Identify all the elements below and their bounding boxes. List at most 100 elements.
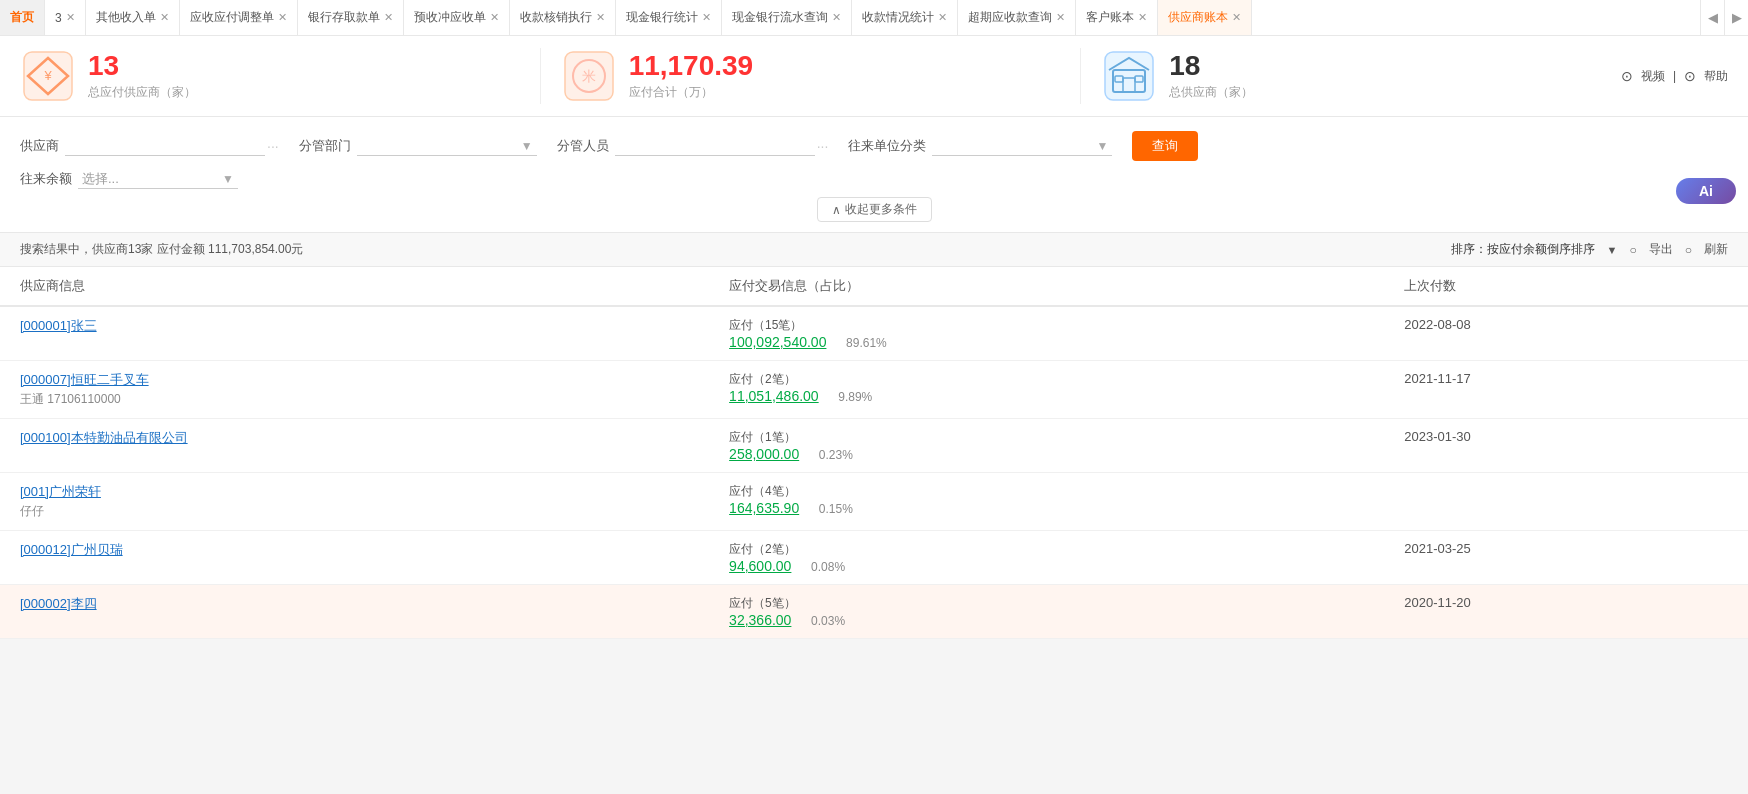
balance-label: 往来余额 [20, 170, 72, 188]
dept-select-wrap: ▼ [357, 136, 537, 156]
last-pay-cell [1384, 473, 1748, 531]
supplier-sub: 王通 17106110000 [20, 391, 689, 408]
customer-ledger-close[interactable]: ✕ [1138, 11, 1147, 24]
supplier-link[interactable]: [001]广州荣轩 [20, 484, 101, 499]
video-link[interactable]: 视频 [1641, 68, 1665, 85]
cash-bank-stats-close[interactable]: ✕ [702, 11, 711, 24]
amount-link[interactable]: 258,000.00 [729, 446, 799, 462]
dept-label: 分管部门 [299, 137, 351, 155]
overdue-ar-label: 超期应收款查询 [968, 9, 1052, 26]
supplier-cell: [000001]张三 [0, 306, 709, 361]
nav-tab-ar-ap-adjust[interactable]: 应收应付调整单 ✕ [180, 0, 298, 35]
export-link[interactable]: 导出 [1649, 241, 1673, 258]
balance-select[interactable]: 选择... [78, 169, 238, 189]
supplier-link[interactable]: [000001]张三 [20, 318, 97, 333]
nav-tab-prepay-charge[interactable]: 预收冲应收单 ✕ [404, 0, 510, 35]
nav-tab-bank-deposit[interactable]: 银行存取款单 ✕ [298, 0, 404, 35]
receipt-stats-label: 收款情况统计 [862, 9, 934, 26]
person-dots-icon[interactable]: ··· [817, 138, 829, 154]
supplier-input[interactable] [65, 136, 265, 156]
supplier-ledger-close[interactable]: ✕ [1232, 11, 1241, 24]
nav-arrows: ◀ ▶ [1700, 0, 1748, 36]
tab-3-close[interactable]: ✕ [66, 11, 75, 24]
supplier-filter: 供应商 ··· [20, 136, 279, 156]
supplier-dots-icon[interactable]: ··· [267, 138, 279, 154]
amount-link[interactable]: 32,366.00 [729, 612, 791, 628]
payable-amount-icon: 米 [561, 48, 617, 104]
ar-ap-adjust-close[interactable]: ✕ [278, 11, 287, 24]
transaction-cell: 应付（15笔） 100,092,540.00 89.61% [709, 306, 1384, 361]
person-label: 分管人员 [557, 137, 609, 155]
supplier-cell: [000002]李四 [0, 585, 709, 639]
percentage: 0.23% [803, 448, 853, 462]
other-income-close[interactable]: ✕ [160, 11, 169, 24]
nav-arrow-left[interactable]: ◀ [1700, 0, 1724, 36]
amount-link[interactable]: 94,600.00 [729, 558, 791, 574]
data-table-wrapper: 供应商信息 应付交易信息（占比） 上次付数 [000001]张三 应付（15笔）… [0, 267, 1748, 639]
percentage: 0.03% [795, 614, 845, 628]
table-body: [000001]张三 应付（15笔） 100,092,540.00 89.61%… [0, 306, 1748, 639]
refresh-link[interactable]: 刷新 [1704, 241, 1728, 258]
nav-tab-3[interactable]: 3 ✕ [45, 0, 86, 35]
sort-label[interactable]: 排序：按应付余额倒序排序 [1451, 241, 1595, 258]
top-navigation: 首页 3 ✕ 其他收入单 ✕ 应收应付调整单 ✕ 银行存取款单 ✕ 预收冲应收单… [0, 0, 1748, 36]
help-link[interactable]: 帮助 [1704, 68, 1728, 85]
table-row: [000001]张三 应付（15笔） 100,092,540.00 89.61%… [0, 306, 1748, 361]
stat-total-text: 18 总供应商（家） [1169, 52, 1253, 101]
dept-select[interactable] [357, 136, 537, 156]
person-input[interactable] [615, 136, 815, 156]
supplier-cell: [000012]广州贝瑞 [0, 531, 709, 585]
other-income-label: 其他收入单 [96, 9, 156, 26]
tx-label: 应付（15笔） [729, 317, 1364, 334]
table-row: [001]广州荣轩 仔仔 应付（4笔） 164,635.90 0.15% [0, 473, 1748, 531]
stat-total-payable-amount: 米 11,170.39 应付合计（万） [540, 48, 1081, 104]
nav-tab-cash-bank-flow[interactable]: 现金银行流水查询 ✕ [722, 0, 852, 35]
help-icon: ⊙ [1684, 68, 1696, 84]
amount-link[interactable]: 164,635.90 [729, 500, 799, 516]
search-button[interactable]: 查询 [1132, 131, 1198, 161]
supplier-label: 供应商 [20, 137, 59, 155]
supplier-link[interactable]: [000007]恒旺二手叉车 [20, 372, 149, 387]
nav-tab-other-income[interactable]: 其他收入单 ✕ [86, 0, 180, 35]
category-filter: 往来单位分类 ▼ [848, 136, 1112, 156]
nav-tab-cash-bank-stats[interactable]: 现金银行统计 ✕ [616, 0, 722, 35]
transaction-cell: 应付（5笔） 32,366.00 0.03% [709, 585, 1384, 639]
col-header-transaction: 应付交易信息（占比） [709, 267, 1384, 306]
nav-arrow-right[interactable]: ▶ [1724, 0, 1748, 36]
supplier-link[interactable]: [000002]李四 [20, 596, 97, 611]
last-pay-date: 2022-08-08 [1404, 317, 1471, 332]
category-select-wrap: ▼ [932, 136, 1112, 156]
nav-tab-home[interactable]: 首页 [0, 0, 45, 35]
results-summary: 搜索结果中，供应商13家 应付金额 111,703,854.00元 [20, 241, 1451, 258]
category-select[interactable] [932, 136, 1112, 156]
prepay-charge-close[interactable]: ✕ [490, 11, 499, 24]
cash-bank-flow-close[interactable]: ✕ [832, 11, 841, 24]
nav-tab-overdue-ar[interactable]: 超期应收款查询 ✕ [958, 0, 1076, 35]
table-row: [000007]恒旺二手叉车 王通 17106110000 应付（2笔） 11,… [0, 361, 1748, 419]
cash-bank-flow-label: 现金银行流水查询 [732, 9, 828, 26]
receipt-stats-close[interactable]: ✕ [938, 11, 947, 24]
overdue-ar-close[interactable]: ✕ [1056, 11, 1065, 24]
supplier-link[interactable]: [000100]本特勤油品有限公司 [20, 430, 188, 445]
tab-3-label: 3 [55, 11, 62, 25]
nav-tab-supplier-ledger[interactable]: 供应商账本 ✕ [1158, 0, 1252, 35]
receipt-verify-close[interactable]: ✕ [596, 11, 605, 24]
bank-deposit-close[interactable]: ✕ [384, 11, 393, 24]
home-label: 首页 [10, 9, 34, 26]
stat-total-number: 18 [1169, 52, 1253, 80]
nav-tab-receipt-stats[interactable]: 收款情况统计 ✕ [852, 0, 958, 35]
results-bar: 搜索结果中，供应商13家 应付金额 111,703,854.00元 排序：按应付… [0, 233, 1748, 267]
amount-link[interactable]: 11,051,486.00 [729, 388, 819, 404]
supplier-link[interactable]: [000012]广州贝瑞 [20, 542, 123, 557]
table-row: [000012]广州贝瑞 应付（2笔） 94,600.00 0.08% 2021… [0, 531, 1748, 585]
nav-tab-receipt-verify[interactable]: 收款核销执行 ✕ [510, 0, 616, 35]
supplier-cell: [000007]恒旺二手叉车 王通 17106110000 [0, 361, 709, 419]
nav-tab-customer-ledger[interactable]: 客户账本 ✕ [1076, 0, 1158, 35]
filter-row-1: 供应商 ··· 分管部门 ▼ 分管人员 ··· 往来单位分类 [20, 131, 1728, 161]
ai-badge[interactable]: Ai [1676, 178, 1736, 204]
amount-link[interactable]: 100,092,540.00 [729, 334, 826, 350]
collapse-button[interactable]: ∧ 收起更多条件 [817, 197, 932, 222]
balance-filter: 往来余额 选择... ▼ [20, 169, 238, 189]
percentage: 89.61% [830, 336, 887, 350]
refresh-icon2: ○ [1685, 243, 1692, 257]
